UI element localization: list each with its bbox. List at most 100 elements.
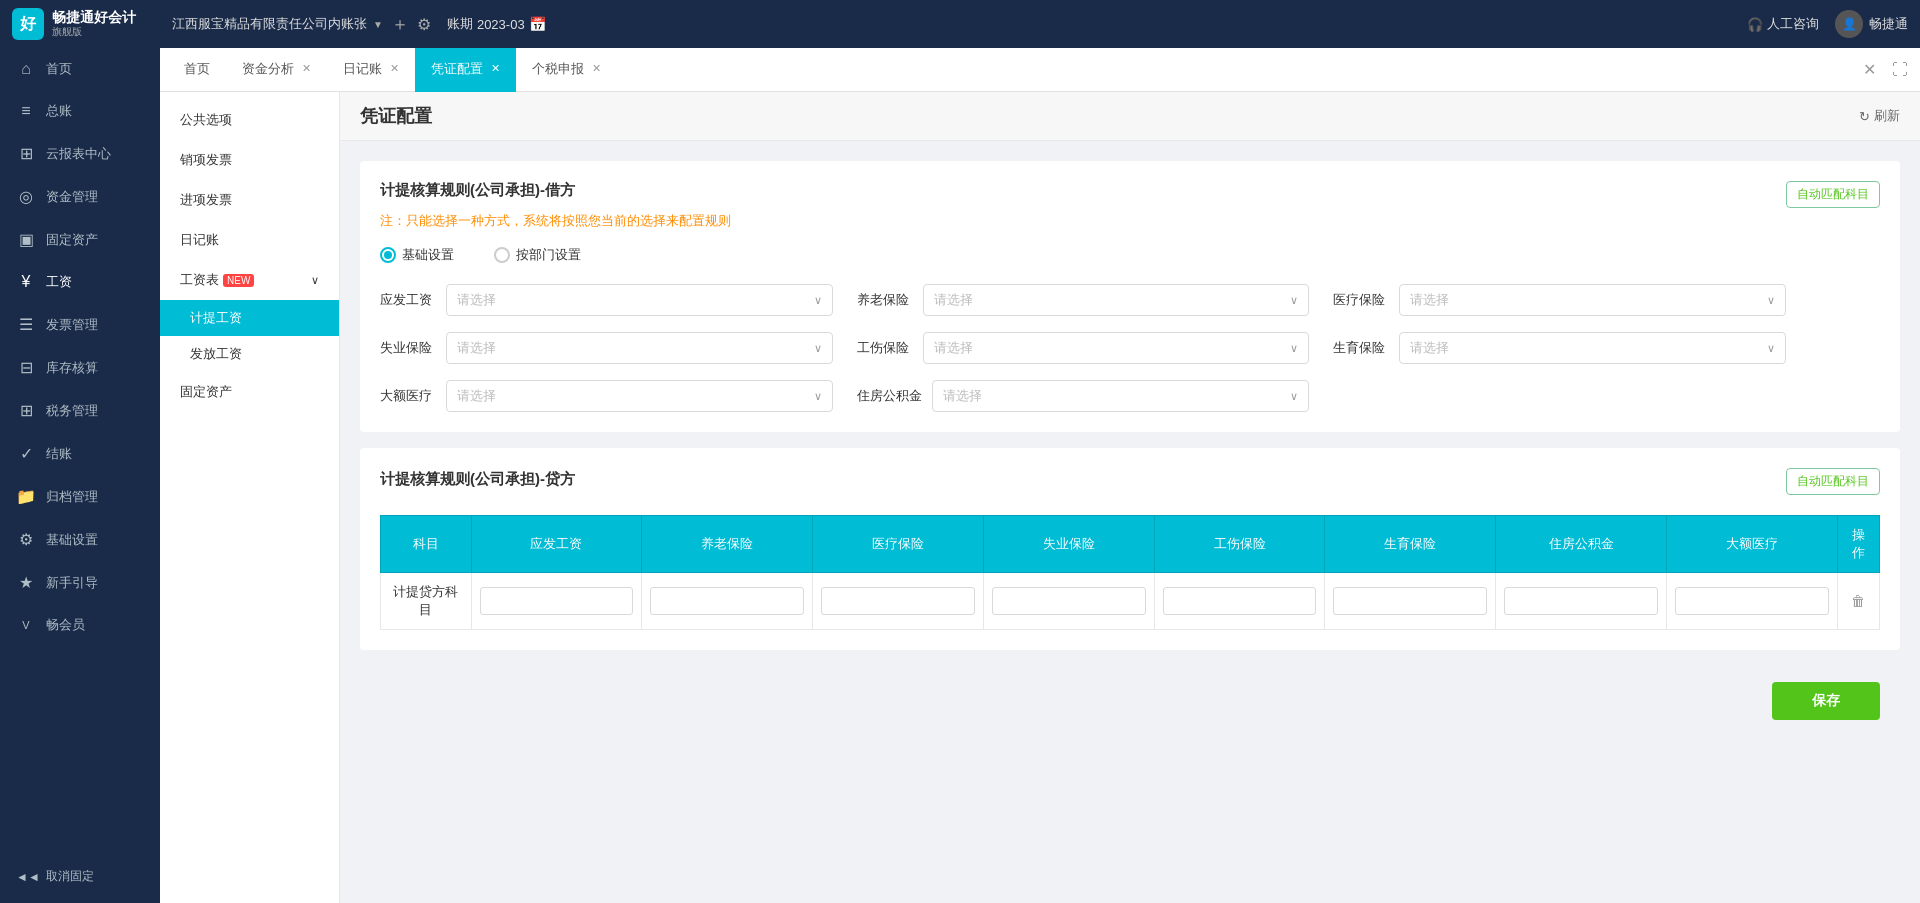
col-subject: 科目 — [381, 516, 472, 573]
sidebar-item-closing[interactable]: ✓ 结账 — [0, 432, 160, 475]
select-base-salary-value: 请选择 — [457, 291, 496, 309]
nav-sales-invoice[interactable]: 销项发票 — [160, 140, 339, 180]
refresh-icon: ↻ — [1859, 109, 1870, 124]
select-work-injury[interactable]: 请选择 ∨ — [923, 332, 1310, 364]
sidebar-item-tax[interactable]: ⊞ 税务管理 — [0, 389, 160, 432]
tab-journal[interactable]: 日记账 ✕ — [327, 48, 415, 92]
tab-funds-label: 资金分析 — [242, 60, 294, 78]
auto-match-credit-button[interactable]: 自动匹配科目 — [1786, 468, 1880, 495]
sidebar-label-inventory: 库存核算 — [46, 359, 98, 377]
arrow-left-icon: ◄◄ — [16, 870, 40, 884]
tab-home[interactable]: 首页 — [168, 48, 226, 92]
input-unemployment[interactable] — [992, 587, 1146, 615]
select-pension[interactable]: 请选择 ∨ — [923, 284, 1310, 316]
nav-purchase-invoice[interactable]: 进项发票 — [160, 180, 339, 220]
sidebar-item-salary[interactable]: ¥ 工资 — [0, 261, 160, 303]
period-value: 2023-03 — [477, 17, 525, 32]
settings-icon[interactable]: ⚙ — [417, 15, 431, 34]
cancel-fixed-button[interactable]: ◄◄ 取消固定 — [0, 858, 160, 895]
close-window-icon[interactable]: ✕ — [1859, 56, 1880, 83]
select-maternity[interactable]: 请选择 ∨ — [1399, 332, 1786, 364]
main-panel: 凭证配置 ↻ 刷新 计提核算规则(公司承担)-借方 注：只能选择一种方式，系统将… — [340, 92, 1920, 903]
tab-voucher-close-icon[interactable]: ✕ — [491, 62, 500, 75]
save-button[interactable]: 保存 — [1772, 682, 1880, 720]
sidebar-item-ledger[interactable]: ≡ 总账 — [0, 90, 160, 132]
input-housing-fund[interactable] — [1504, 587, 1658, 615]
debit-note: 注：只能选择一种方式，系统将按照您当前的选择来配置规则 — [380, 212, 1786, 230]
sidebar-label-closing: 结账 — [46, 445, 72, 463]
input-base-salary[interactable] — [480, 587, 634, 615]
delete-row-icon[interactable]: 🗑 — [1851, 593, 1865, 609]
logo-icon: 好 — [12, 8, 44, 40]
auto-match-debit-button[interactable]: 自动匹配科目 — [1786, 181, 1880, 208]
field-work-injury: 工伤保险 请选择 ∨ — [857, 332, 1310, 364]
headset-icon: 🎧 — [1747, 17, 1763, 32]
cell-pension — [642, 573, 813, 630]
input-pension[interactable] — [650, 587, 804, 615]
radio-dept[interactable]: 按部门设置 — [494, 246, 581, 264]
sidebar-item-funds[interactable]: ◎ 资金管理 — [0, 175, 160, 218]
tab-tax[interactable]: 个税申报 ✕ — [516, 48, 617, 92]
cell-base-salary — [471, 573, 642, 630]
nav-fixed-assets[interactable]: 固定资产 — [160, 372, 339, 412]
input-large-medical[interactable] — [1675, 587, 1829, 615]
select-large-medical[interactable]: 请选择 ∨ — [446, 380, 833, 412]
tab-funds-analysis[interactable]: 资金分析 ✕ — [226, 48, 327, 92]
nav-pay-salary[interactable]: 发放工资 — [160, 336, 339, 372]
nav-journal[interactable]: 日记账 — [160, 220, 339, 260]
refresh-label: 刷新 — [1874, 107, 1900, 125]
tab-bar: 首页 资金分析 ✕ 日记账 ✕ 凭证配置 ✕ 个税申报 ✕ ✕ ⛶ — [160, 48, 1920, 92]
radio-basic[interactable]: 基础设置 — [380, 246, 454, 264]
input-maternity[interactable] — [1333, 587, 1487, 615]
tab-tax-close-icon[interactable]: ✕ — [592, 62, 601, 75]
tab-voucher-config[interactable]: 凭证配置 ✕ — [415, 48, 516, 92]
credit-section-title: 计提核算规则(公司承担)-贷方 — [380, 470, 575, 489]
period-area: 账期 2023-03 📅 — [447, 15, 546, 33]
radio-basic-label: 基础设置 — [402, 246, 454, 264]
sidebar-item-inventory[interactable]: ⊟ 库存核算 — [0, 346, 160, 389]
invoice-icon: ☰ — [16, 315, 36, 334]
select-housing-fund[interactable]: 请选择 ∨ — [932, 380, 1310, 412]
select-medical[interactable]: 请选择 ∨ — [1399, 284, 1786, 316]
nav-accrue-salary[interactable]: 计提工资 — [160, 300, 339, 336]
tab-journal-close-icon[interactable]: ✕ — [390, 62, 399, 75]
company-chevron-icon[interactable]: ▼ — [373, 19, 383, 30]
sidebar-item-member[interactable]: V 畅会员 — [0, 604, 160, 646]
label-maternity: 生育保险 — [1333, 339, 1389, 357]
nav-payroll-table[interactable]: 工资表 NEW ∨ — [160, 260, 339, 300]
sidebar-item-invoice[interactable]: ☰ 发票管理 — [0, 303, 160, 346]
sidebar-item-archive[interactable]: 📁 归档管理 — [0, 475, 160, 518]
chevron-down-icon-3: ∨ — [1767, 294, 1775, 307]
add-tab-button[interactable]: ＋ — [391, 12, 409, 36]
support-button[interactable]: 🎧 人工咨询 — [1747, 15, 1819, 33]
tab-funds-close-icon[interactable]: ✕ — [302, 62, 311, 75]
new-badge: NEW — [223, 274, 254, 287]
page-content: 公共选项 销项发票 进项发票 日记账 工资表 NEW ∨ — [160, 92, 1920, 903]
calendar-icon[interactable]: 📅 — [529, 16, 546, 32]
sidebar-item-settings[interactable]: ⚙ 基础设置 — [0, 518, 160, 561]
inventory-icon: ⊟ — [16, 358, 36, 377]
input-medical[interactable] — [821, 587, 975, 615]
company-selector[interactable]: 江西服宝精品有限责任公司内账张 ▼ — [172, 15, 383, 33]
content-area: 首页 资金分析 ✕ 日记账 ✕ 凭证配置 ✕ 个税申报 ✕ ✕ ⛶ — [160, 48, 1920, 903]
sidebar-item-assets[interactable]: ▣ 固定资产 — [0, 218, 160, 261]
period-label: 账期 — [447, 15, 473, 33]
refresh-button[interactable]: ↻ 刷新 — [1859, 107, 1900, 125]
sidebar-item-guide[interactable]: ★ 新手引导 — [0, 561, 160, 604]
field-medical: 医疗保险 请选择 ∨ — [1333, 284, 1786, 316]
nav-public-options[interactable]: 公共选项 — [160, 100, 339, 140]
radio-basic-circle — [380, 247, 396, 263]
sidebar-item-home[interactable]: ⌂ 首页 — [0, 48, 160, 90]
select-large-medical-value: 请选择 — [457, 387, 496, 405]
user-menu[interactable]: 👤 畅捷通 — [1835, 10, 1908, 38]
nav-journal-label: 日记账 — [180, 231, 219, 249]
maximize-icon[interactable]: ⛶ — [1888, 57, 1912, 83]
col-pension: 养老保险 — [642, 516, 813, 573]
col-medical: 医疗保险 — [813, 516, 984, 573]
sidebar-item-reports[interactable]: ⊞ 云报表中心 — [0, 132, 160, 175]
input-work-injury[interactable] — [1163, 587, 1317, 615]
select-unemployment[interactable]: 请选择 ∨ — [446, 332, 833, 364]
select-base-salary[interactable]: 请选择 ∨ — [446, 284, 833, 316]
reports-icon: ⊞ — [16, 144, 36, 163]
credit-section: 计提核算规则(公司承担)-贷方 自动匹配科目 科目 应发工资 养老保险 医疗保险 — [360, 448, 1900, 650]
